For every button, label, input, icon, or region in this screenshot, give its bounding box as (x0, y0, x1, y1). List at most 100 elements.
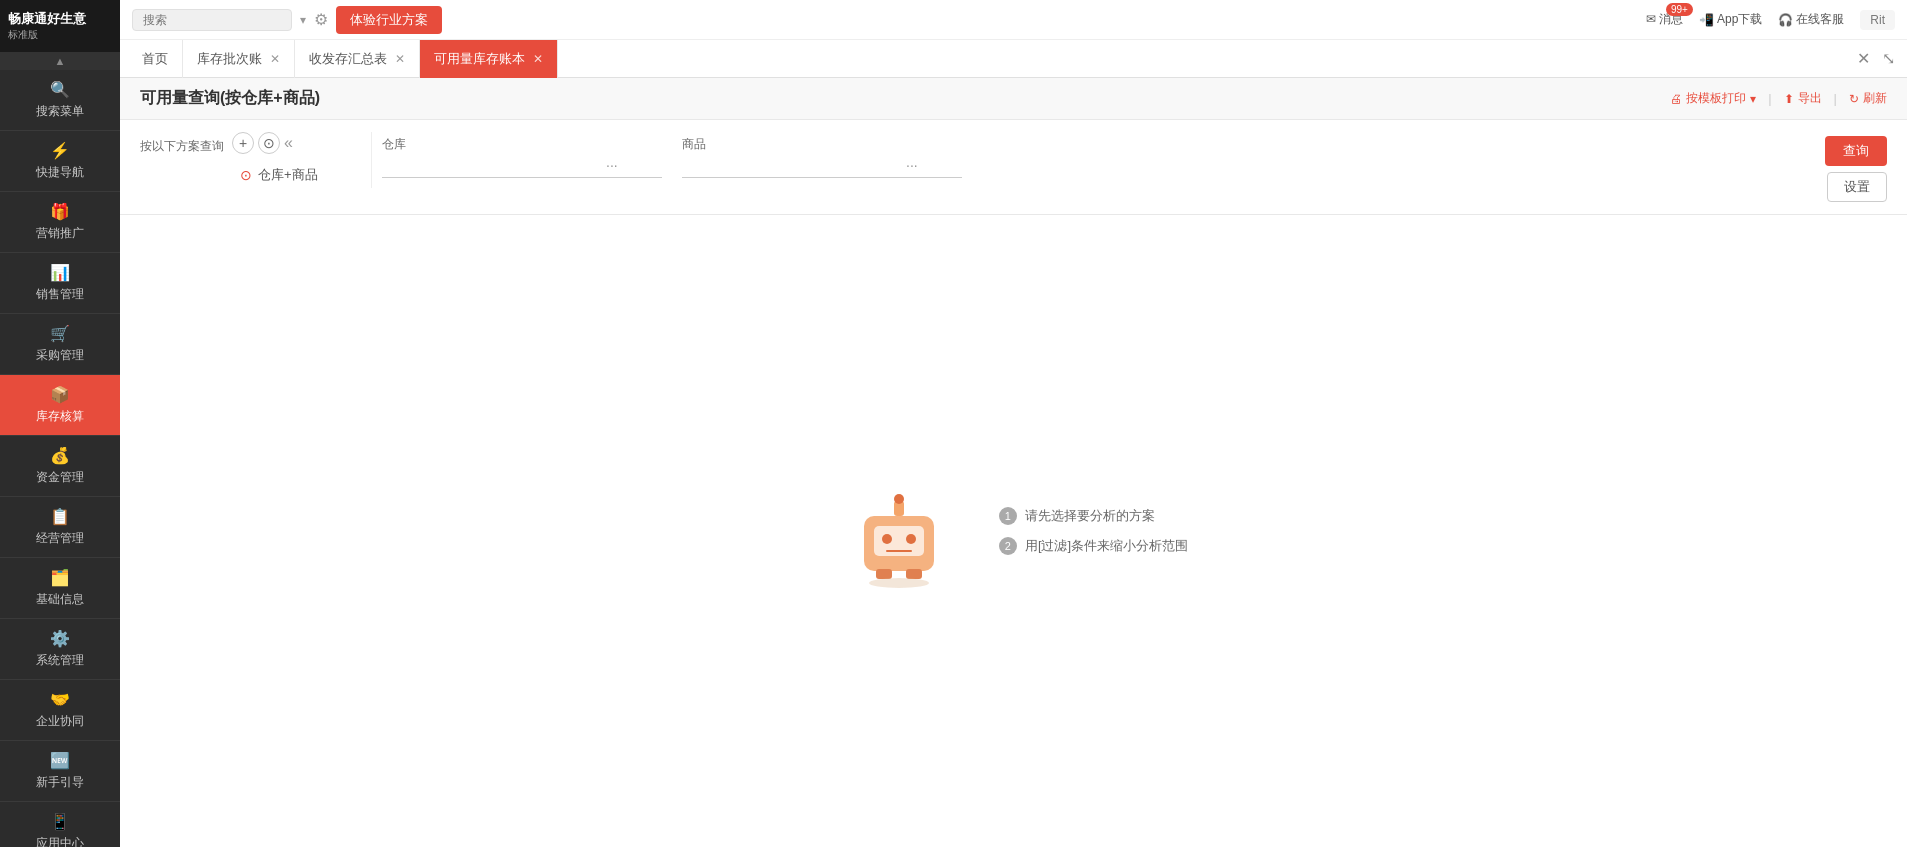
online-service-btn[interactable]: 🎧 在线客服 (1778, 11, 1844, 28)
sidebar-item-search[interactable]: 🔍 搜索菜单 (0, 70, 120, 131)
warehouse-field: 仓库 ··· (382, 136, 662, 178)
warehouse-dots-btn[interactable]: ··· (606, 157, 618, 173)
tab-recv-summary-close[interactable]: ✕ (395, 52, 405, 66)
sidebar-item-label: 资金管理 (36, 469, 84, 486)
hint-num-1: 1 (999, 507, 1017, 525)
new-icon: 🆕 (50, 751, 70, 770)
empty-illustration (839, 471, 959, 591)
template-print-btn[interactable]: 🖨 按模板打印 ▾ (1670, 90, 1756, 107)
main-area: ▾ ⚙ 体验行业方案 ✉ 消息 99+ 📲 App下载 🎧 在线客服 Rit (120, 0, 1907, 847)
separator: | (1768, 91, 1771, 106)
search-icon: 🔍 (50, 80, 70, 99)
tab-actions: ✕ ⤡ (1853, 45, 1907, 72)
sidebar-item-basic[interactable]: 🗂️ 基础信息 (0, 558, 120, 619)
sidebar-item-finance[interactable]: 💰 资金管理 (0, 436, 120, 497)
filter-schemes: + ⊙ « ⊙ 仓库+商品 (232, 132, 372, 188)
sidebar-item-marketing[interactable]: 🎁 营销推广 (0, 192, 120, 253)
gear-icon: ⚙️ (50, 629, 70, 648)
scheme-label: 仓库+商品 (258, 166, 318, 184)
sidebar-item-purchase[interactable]: 🛒 采购管理 (0, 314, 120, 375)
sidebar-item-label: 经营管理 (36, 530, 84, 547)
sidebar-item-label: 新手引导 (36, 774, 84, 791)
empty-text: 1 请先选择要分析的方案 2 用[过滤]条件来缩小分析范围 (999, 507, 1188, 555)
refresh-btn[interactable]: ↻ 刷新 (1849, 90, 1887, 107)
box-icon: 📦 (50, 385, 70, 404)
content-area: 可用量查询(按仓库+商品) 🖨 按模板打印 ▾ | ⬆ 导出 | ↻ 刷新 (120, 78, 1907, 847)
settings-icon[interactable]: ⚙ (314, 10, 328, 29)
tab-available-ledger[interactable]: 可用量库存账本 ✕ (420, 40, 558, 78)
folder-icon: 🗂️ (50, 568, 70, 587)
dropdown-icon: ▾ (1750, 92, 1756, 106)
topbar: ▾ ⚙ 体验行业方案 ✉ 消息 99+ 📲 App下载 🎧 在线客服 Rit (120, 0, 1907, 40)
sidebar-item-apps[interactable]: 📱 应用中心 (0, 802, 120, 847)
separator2: | (1834, 91, 1837, 106)
refresh-icon: ↻ (1849, 92, 1859, 106)
print-icon: 🖨 (1670, 92, 1682, 106)
filter-scheme-actions: + ⊙ « (232, 132, 361, 154)
search-input[interactable] (132, 9, 292, 31)
tab-recv-summary[interactable]: 收发存汇总表 ✕ (295, 40, 420, 78)
sidebar-item-label: 营销推广 (36, 225, 84, 242)
empty-svg (839, 471, 959, 591)
tab-batch-account-label: 库存批次账 (197, 50, 262, 68)
tab-batch-account[interactable]: 库存批次账 ✕ (183, 40, 295, 78)
hint-text-2: 用[过滤]条件来缩小分析范围 (1025, 537, 1188, 555)
sidebar: 畅康通好生意 标准版 ▲ 🔍 搜索菜单 ⚡ 快捷导航 🎁 营销推广 📊 销售管理… (0, 0, 120, 847)
sidebar-item-quick-nav[interactable]: ⚡ 快捷导航 (0, 131, 120, 192)
industry-btn[interactable]: 体验行业方案 (336, 6, 442, 34)
sidebar-logo[interactable]: 畅康通好生意 标准版 (0, 0, 120, 52)
sidebar-item-system[interactable]: ⚙️ 系统管理 (0, 619, 120, 680)
collapse-btn[interactable]: « (284, 134, 293, 152)
warehouse-input[interactable] (382, 158, 602, 173)
svg-point-6 (894, 494, 904, 504)
tab-batch-account-close[interactable]: ✕ (270, 52, 280, 66)
settings-btn[interactable]: 设置 (1827, 172, 1887, 202)
goods-dots-btn[interactable]: ··· (906, 157, 918, 173)
sidebar-item-sales[interactable]: 📊 销售管理 (0, 253, 120, 314)
query-btn[interactable]: 查询 (1825, 136, 1887, 166)
sidebar-scroll-up[interactable]: ▲ (0, 52, 120, 70)
message-btn[interactable]: ✉ 消息 99+ (1646, 11, 1683, 28)
goods-field-input: ··· (682, 157, 962, 178)
tab-home-label: 首页 (142, 50, 168, 68)
cart-icon: 🛒 (50, 324, 70, 343)
sidebar-item-guide[interactable]: 🆕 新手引导 (0, 741, 120, 802)
sidebar-item-inventory[interactable]: 📦 库存核算 (0, 375, 120, 436)
svg-point-3 (906, 534, 916, 544)
empty-hint-1: 1 请先选择要分析的方案 (999, 507, 1188, 525)
filter-panel: 按以下方案查询 + ⊙ « ⊙ 仓库+商品 仓库 ··· (120, 120, 1907, 215)
tabs-bar: 首页 库存批次账 ✕ 收发存汇总表 ✕ 可用量库存账本 ✕ ✕ ⤡ (120, 40, 1907, 78)
clipboard-icon: 📋 (50, 507, 70, 526)
sidebar-item-enterprise[interactable]: 🤝 企业协同 (0, 680, 120, 741)
scheme-warehouse-goods[interactable]: ⊙ 仓库+商品 (232, 162, 361, 188)
export-icon: ⬆ (1784, 92, 1794, 106)
warehouse-field-input: ··· (382, 157, 662, 178)
sidebar-item-label: 采购管理 (36, 347, 84, 364)
gift-icon: 🎁 (50, 202, 70, 221)
sidebar-item-label: 应用中心 (36, 835, 84, 847)
app-download-btn[interactable]: 📲 App下载 (1699, 11, 1762, 28)
goods-field-label: 商品 (682, 136, 962, 153)
user-name: Rit (1870, 13, 1885, 27)
export-btn[interactable]: ⬆ 导出 (1784, 90, 1822, 107)
scheme-icon: ⊙ (240, 167, 252, 183)
sidebar-item-label: 销售管理 (36, 286, 84, 303)
money-icon: 💰 (50, 446, 70, 465)
filter-label: 按以下方案查询 (140, 132, 224, 155)
sidebar-item-operation[interactable]: 📋 经营管理 (0, 497, 120, 558)
page-header-actions: 🖨 按模板打印 ▾ | ⬆ 导出 | ↻ 刷新 (1670, 90, 1887, 107)
goods-input[interactable] (682, 158, 902, 173)
sidebar-item-label: 基础信息 (36, 591, 84, 608)
tab-close-window-btn[interactable]: ✕ (1853, 45, 1874, 72)
query-btn-area: 查询 设置 (1825, 136, 1887, 202)
chevron-down-icon[interactable]: ▾ (300, 13, 306, 27)
tab-home[interactable]: 首页 (128, 40, 183, 78)
edit-scheme-btn[interactable]: ⊙ (258, 132, 280, 154)
add-scheme-btn[interactable]: + (232, 132, 254, 154)
download-icon: 📲 (1699, 13, 1714, 27)
tab-available-ledger-close[interactable]: ✕ (533, 52, 543, 66)
tab-expand-btn[interactable]: ⤡ (1878, 45, 1899, 72)
goods-field: 商品 ··· (682, 136, 962, 178)
user-area[interactable]: Rit (1860, 10, 1895, 30)
message-icon: ✉ (1646, 12, 1656, 26)
